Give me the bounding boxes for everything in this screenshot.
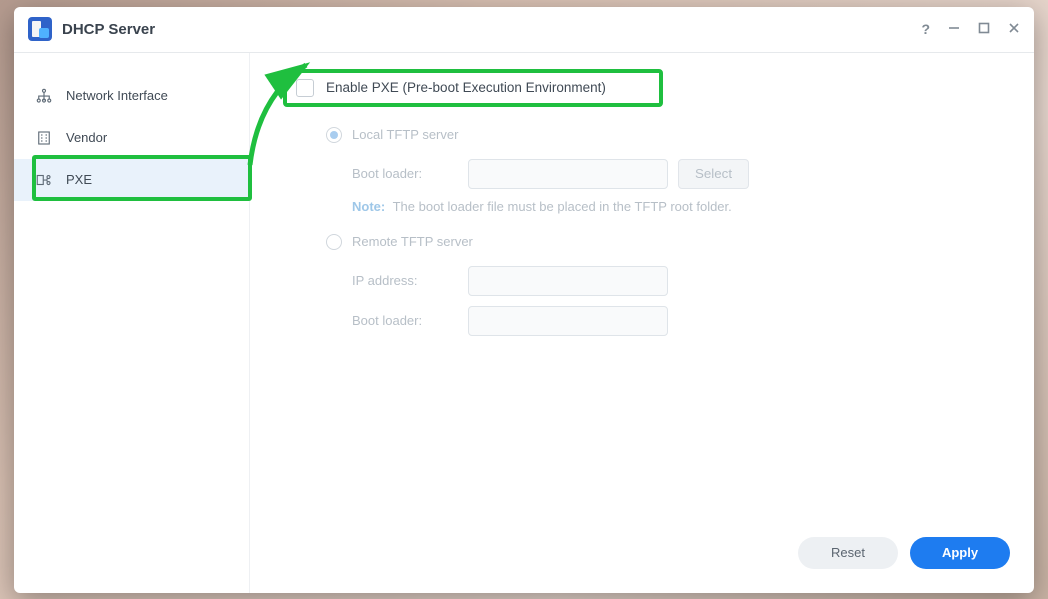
maximize-icon[interactable]	[978, 22, 990, 36]
remote-boot-loader-label: Boot loader:	[352, 313, 468, 328]
remote-boot-loader-row: Boot loader:	[352, 306, 1010, 336]
sidebar-item-pxe[interactable]: PXE	[14, 159, 249, 201]
remote-tftp-radio[interactable]	[326, 234, 342, 250]
remote-ip-row: IP address:	[352, 266, 1010, 296]
enable-pxe-checkbox[interactable]	[296, 79, 314, 97]
remote-tftp-row: Remote TFTP server	[326, 232, 1010, 252]
sidebar: Network Interface Vendor PXE	[14, 53, 250, 593]
ip-address-input[interactable]	[468, 266, 668, 296]
note-text: The boot loader file must be placed in t…	[393, 199, 732, 214]
apply-button[interactable]: Apply	[910, 537, 1010, 569]
titlebar: DHCP Server ?	[14, 7, 1034, 53]
sidebar-item-label: Vendor	[66, 130, 107, 145]
network-icon	[34, 86, 54, 106]
sidebar-item-network-interface[interactable]: Network Interface	[14, 75, 249, 117]
enable-pxe-label: Enable PXE (Pre-boot Execution Environme…	[326, 80, 606, 95]
note-prefix: Note:	[352, 199, 385, 214]
sidebar-item-label: Network Interface	[66, 88, 168, 103]
building-icon	[34, 128, 54, 148]
boot-loader-note: Note: The boot loader file must be place…	[352, 199, 1010, 214]
sidebar-item-label: PXE	[66, 172, 92, 187]
local-tftp-row: Local TFTP server	[326, 125, 1010, 145]
local-tftp-label: Local TFTP server	[352, 127, 458, 142]
select-button[interactable]: Select	[678, 159, 749, 189]
remote-boot-loader-input[interactable]	[468, 306, 668, 336]
content: Network Interface Vendor PXE Enable PXE …	[14, 53, 1034, 593]
close-icon[interactable]	[1008, 22, 1020, 36]
footer: Reset Apply	[296, 537, 1010, 573]
local-boot-loader-row: Boot loader: Select	[352, 159, 1010, 189]
local-tftp-radio[interactable]	[326, 127, 342, 143]
app-icon	[28, 17, 52, 41]
app-window: DHCP Server ? Network Interface	[14, 7, 1034, 593]
boot-loader-label: Boot loader:	[352, 166, 468, 181]
enable-pxe-row: Enable PXE (Pre-boot Execution Environme…	[296, 79, 1010, 97]
pxe-icon	[34, 170, 54, 190]
sidebar-item-vendor[interactable]: Vendor	[14, 117, 249, 159]
app-title: DHCP Server	[62, 21, 155, 38]
remote-tftp-label: Remote TFTP server	[352, 234, 473, 249]
minimize-icon[interactable]	[948, 22, 960, 36]
local-boot-loader-input[interactable]	[468, 159, 668, 189]
help-icon[interactable]: ?	[921, 22, 930, 36]
ip-address-label: IP address:	[352, 273, 468, 288]
pxe-options: Local TFTP server Boot loader: Select No…	[326, 125, 1010, 346]
reset-button[interactable]: Reset	[798, 537, 898, 569]
main-panel: Enable PXE (Pre-boot Execution Environme…	[250, 53, 1034, 593]
window-controls: ?	[921, 22, 1020, 36]
